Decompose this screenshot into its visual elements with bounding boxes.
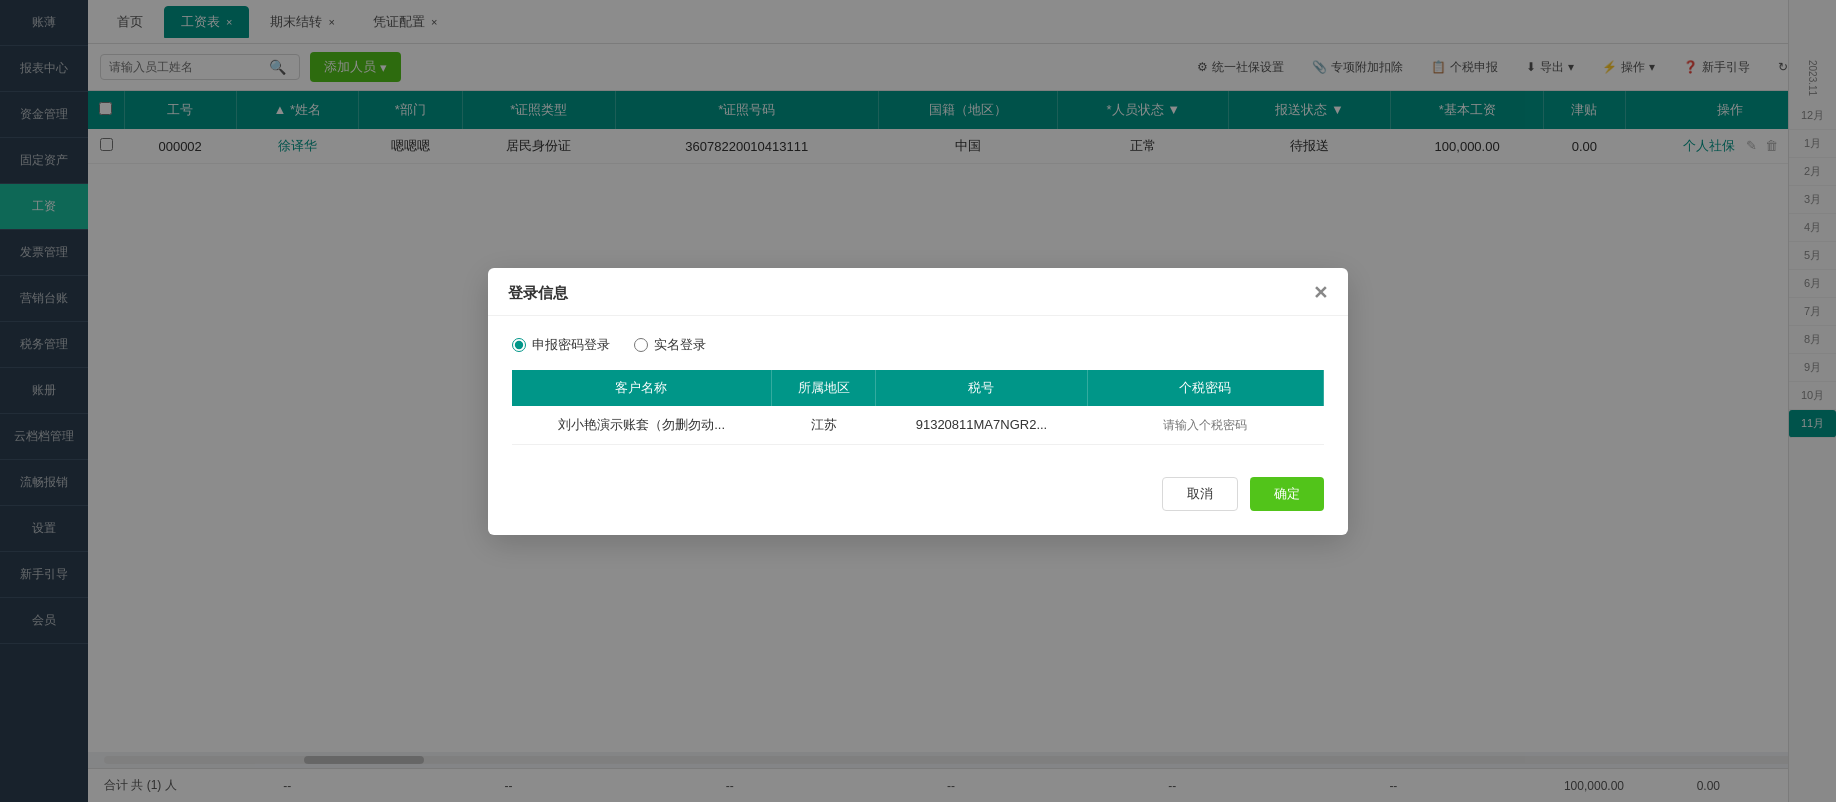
- radio-password-input[interactable]: [512, 338, 526, 352]
- dlg-col-client-name: 客户名称: [512, 370, 771, 406]
- login-info-dialog: 登录信息 ✕ 申报密码登录 实名登录 客户名称 所属地区: [488, 268, 1348, 535]
- cell-region: 江苏: [771, 406, 876, 445]
- dialog-title: 登录信息: [508, 284, 568, 303]
- radio-password-label: 申报密码登录: [532, 336, 610, 354]
- cell-client-name: 刘小艳演示账套（勿删勿动...: [512, 406, 771, 445]
- radio-password-login[interactable]: 申报密码登录: [512, 336, 610, 354]
- cancel-button[interactable]: 取消: [1162, 477, 1238, 511]
- dialog-body: 申报密码登录 实名登录 客户名称 所属地区 税号 个税密码: [488, 316, 1348, 535]
- dialog-overlay: 登录信息 ✕ 申报密码登录 实名登录 客户名称 所属地区: [0, 0, 1836, 802]
- dlg-col-tax-id: 税号: [876, 370, 1087, 406]
- dialog-footer: 取消 确定: [512, 477, 1324, 511]
- confirm-button[interactable]: 确定: [1250, 477, 1324, 511]
- radio-realname-login[interactable]: 实名登录: [634, 336, 706, 354]
- dialog-close-icon[interactable]: ✕: [1313, 284, 1328, 302]
- radio-realname-label: 实名登录: [654, 336, 706, 354]
- cell-tax-id: 91320811MA7NGR2...: [876, 406, 1087, 445]
- table-row: 刘小艳演示账套（勿删勿动... 江苏 91320811MA7NGR2...: [512, 406, 1324, 445]
- login-type-radio-group: 申报密码登录 实名登录: [512, 336, 1324, 354]
- radio-realname-input[interactable]: [634, 338, 648, 352]
- cell-password[interactable]: [1087, 406, 1323, 445]
- password-input[interactable]: [1099, 418, 1311, 432]
- dlg-col-password: 个税密码: [1087, 370, 1323, 406]
- dlg-col-region: 所属地区: [771, 370, 876, 406]
- dialog-header: 登录信息 ✕: [488, 268, 1348, 316]
- client-table: 客户名称 所属地区 税号 个税密码 刘小艳演示账套（勿删勿动... 江苏 913…: [512, 370, 1324, 445]
